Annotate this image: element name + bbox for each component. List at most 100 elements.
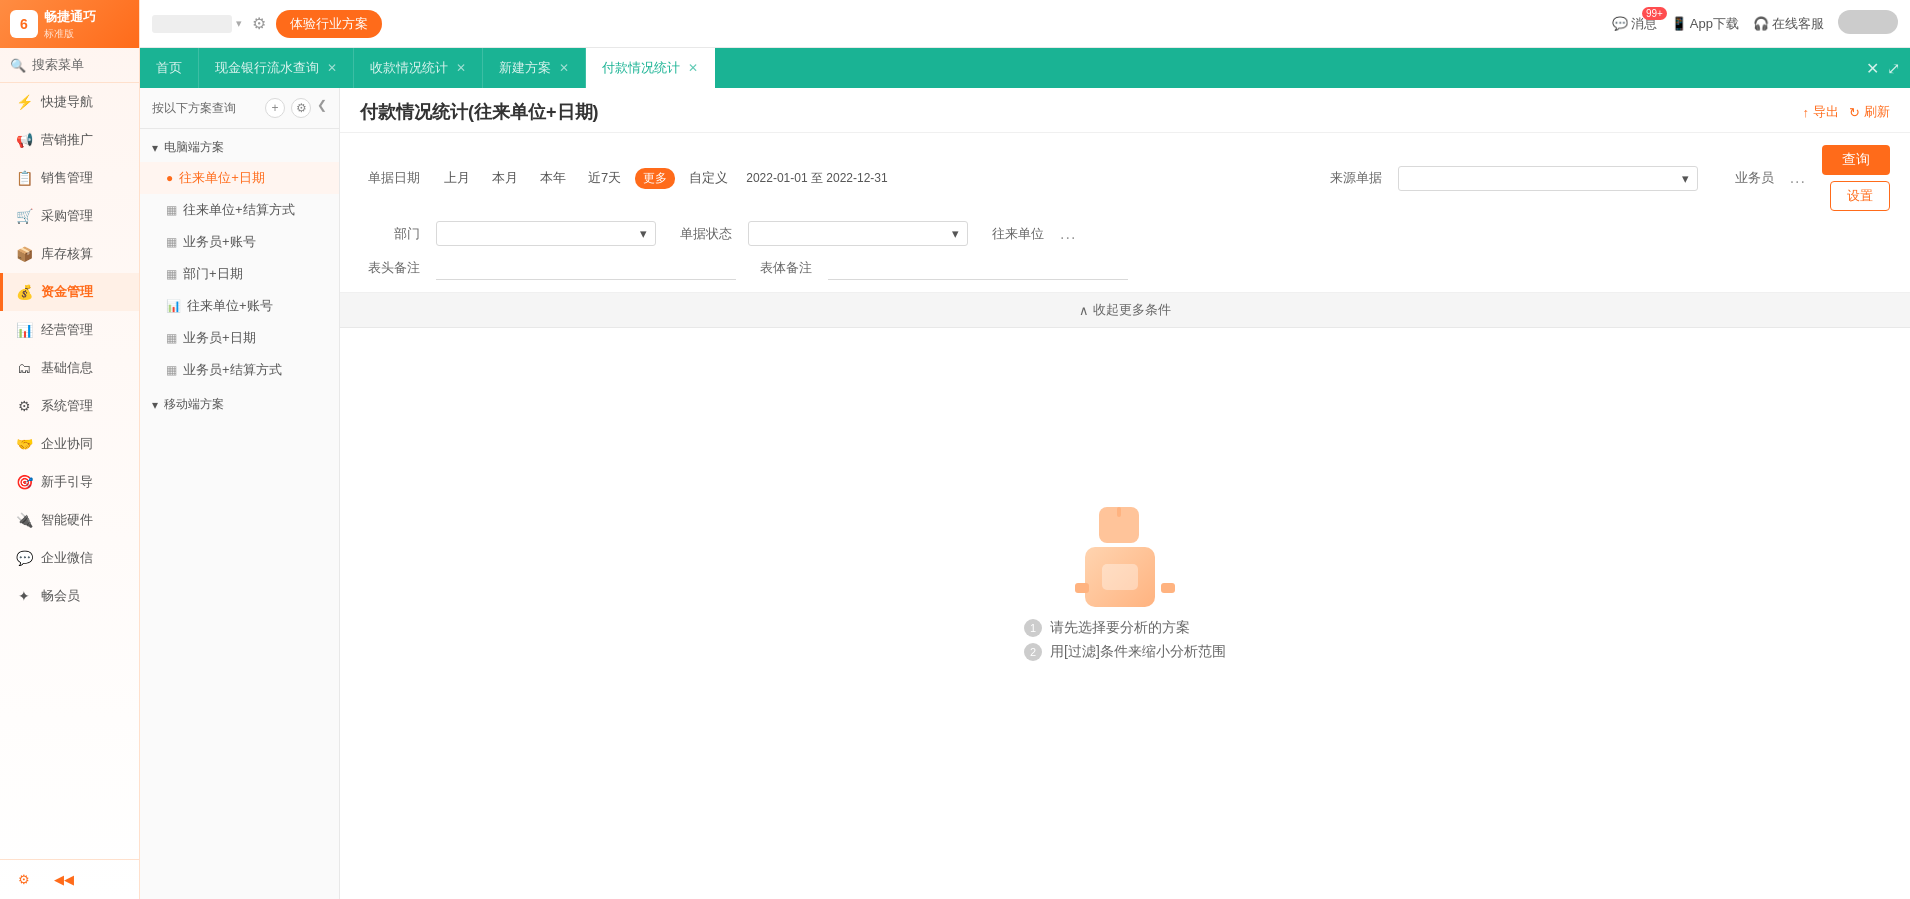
scheme-panel-actions: + ⚙ ❮ [265,98,327,118]
tab-receipt-stats[interactable]: 收款情况统计✕ [354,48,483,88]
scheme-item[interactable]: ▦往来单位+结算方式 [140,194,339,226]
header-note-input[interactable] [436,256,736,280]
tab-home[interactable]: 首页 [140,48,199,88]
scheme-group-arrow-icon: ▾ [152,398,158,412]
empty-state: 1 请先选择要分析的方案 2 用[过滤]条件来缩小分析范围 [340,328,1910,899]
refresh-btn[interactable]: ↻ 刷新 [1849,103,1890,121]
scheme-item-icon: ▦ [166,235,177,249]
page-header-actions: ↑ 导出 ↻ 刷新 [1803,103,1891,121]
body-note-input[interactable] [828,256,1128,280]
body-note-label: 表体备注 [752,259,812,277]
export-btn[interactable]: ↑ 导出 [1803,103,1840,121]
date-last-month-btn[interactable]: 上月 [436,166,478,190]
sidebar-nav: ⚡快捷导航📢营销推广📋销售管理🛒采购管理📦库存核算💰资金管理📊经营管理🗂基础信息… [0,83,139,859]
sidebar-label-inventory: 库存核算 [41,245,93,263]
scheme-item[interactable]: ▦业务员+日期 [140,322,339,354]
industry-btn[interactable]: 体验行业方案 [276,10,382,38]
sidebar-item-cooperation[interactable]: 🤝 企业协同 [0,425,139,463]
tab-close-bank-flow[interactable]: ✕ [327,61,337,75]
sidebar-item-hardware[interactable]: 🔌智能硬件 [0,501,139,539]
user-avatar[interactable] [1838,10,1898,37]
scheme-group-title[interactable]: ▾移动端方案 [140,390,339,419]
tab-new-scheme[interactable]: 新建方案✕ [483,48,586,88]
tab-close-all-btn[interactable]: ✕ [1866,59,1879,78]
sidebar-item-guide[interactable]: 🎯新手引导 [0,463,139,501]
scheme-item-icon: ▦ [166,267,177,281]
sidebar-item-wechat[interactable]: 💬企业微信 [0,539,139,577]
tab-close-new-scheme[interactable]: ✕ [559,61,569,75]
salesperson-more-btn[interactable]: ... [1790,169,1806,187]
scheme-item-label: 往来单位+账号 [187,297,273,315]
sidebar-item-inventory[interactable]: 📦库存核算 [0,235,139,273]
sidebar-icon-cooperation: 🤝 [15,436,33,452]
scheme-panel-title: 按以下方案查询 [152,100,236,117]
sidebar-label-vip: 畅会员 [41,587,80,605]
search-menu-label: 搜索菜单 [32,56,84,74]
sidebar-label-hardware: 智能硬件 [41,511,93,529]
message-btn[interactable]: 💬 消息 99+ [1612,15,1657,33]
page-title: 付款情况统计(往来单位+日期) [360,100,599,124]
settings-btn[interactable]: 设置 [1830,181,1890,211]
tab-bank-flow[interactable]: 现金银行流水查询 ✕ [199,48,354,88]
collapse-bar[interactable]: ∧ 收起更多条件 [340,293,1910,328]
date-7days-btn[interactable]: 近7天 [580,166,629,190]
headset-icon: 🎧 [1753,16,1769,31]
sidebar-item-quick-nav[interactable]: ⚡快捷导航 [0,83,139,121]
scheme-item[interactable]: 📊 往来单位+账号 [140,290,339,322]
doc-status-select[interactable]: ▾ [748,221,968,246]
tab-payment-stats[interactable]: 付款情况统计✕ [586,48,715,88]
online-service-btn[interactable]: 🎧 在线客服 [1753,15,1824,33]
tab-expand-btn[interactable]: ⤢ [1887,59,1900,78]
sidebar-item-system[interactable]: ⚙系统管理 [0,387,139,425]
app-download-btn[interactable]: 📱 App下载 [1671,15,1739,33]
scheme-collapse-icon[interactable]: ❮ [317,98,327,118]
sidebar-label-cooperation: 企业协同 [41,435,93,453]
scheme-item-label: 往来单位+结算方式 [183,201,295,219]
tab-label-bank-flow: 现金银行流水查询 [215,59,319,77]
scheme-item-icon: 📊 [166,299,181,313]
scheme-panel-header: 按以下方案查询 + ⚙ ❮ [140,88,339,129]
search-menu[interactable]: 🔍 搜索菜单 [0,48,139,83]
doc-status-label: 单据状态 [672,225,732,243]
add-scheme-btn[interactable]: + [265,98,285,118]
sidebar-label-basic-info: 基础信息 [41,359,93,377]
sidebar-item-basic-info[interactable]: 🗂基础信息 [0,349,139,387]
scheme-settings-btn[interactable]: ⚙ [291,98,311,118]
scheme-group-title[interactable]: ▾电脑端方案 [140,133,339,162]
sidebar-item-finance[interactable]: 💰资金管理 [0,273,139,311]
sidebar-item-purchase[interactable]: 🛒采购管理 [0,197,139,235]
sidebar-icon-guide: 🎯 [15,474,33,490]
sidebar-item-marketing[interactable]: 📢营销推广 [0,121,139,159]
sidebar-icon-quick-nav: ⚡ [15,94,33,110]
sidebar: 6 畅捷通巧 标准版 🔍 搜索菜单 ⚡快捷导航📢营销推广📋销售管理🛒采购管理📦库… [0,0,140,899]
date-more-btn[interactable]: 更多 [635,168,675,189]
counterpart-more-btn[interactable]: ... [1060,225,1076,243]
sidebar-item-sales[interactable]: 📋销售管理 [0,159,139,197]
date-this-month-btn[interactable]: 本月 [484,166,526,190]
scheme-item[interactable]: ▦业务员+账号 [140,226,339,258]
page-content: 按以下方案查询 + ⚙ ❮ ▾电脑端方案●往来单位+日期▦往来单位+结算方式▦业… [140,88,1910,899]
scheme-item[interactable]: ▦ 部门+日期 [140,258,339,290]
scheme-item-label: 部门+日期 [183,265,243,283]
sidebar-icon-purchase: 🛒 [15,208,33,224]
department-select[interactable]: ▾ [436,221,656,246]
query-btn[interactable]: 查询 [1822,145,1890,175]
sidebar-settings-btn[interactable]: ⚙ [10,868,38,891]
scheme-item[interactable]: ●往来单位+日期 [140,162,339,194]
tip-num-2: 2 [1024,643,1042,661]
date-this-year-btn[interactable]: 本年 [532,166,574,190]
sidebar-icon-sales: 📋 [15,170,33,186]
sidebar-item-vip[interactable]: ✦畅会员 [0,577,139,615]
source-select[interactable]: ▾ [1398,166,1698,191]
scheme-item-label: 业务员+日期 [183,329,256,347]
empty-tip-1: 1 请先选择要分析的方案 [1024,619,1226,637]
sidebar-collapse-btn[interactable]: ◀◀ [46,868,82,891]
tab-close-receipt-stats[interactable]: ✕ [456,61,466,75]
scheme-item[interactable]: ▦业务员+结算方式 [140,354,339,386]
mobile-icon: 📱 [1671,16,1687,31]
sidebar-item-operation[interactable]: 📊经营管理 [0,311,139,349]
date-custom-btn[interactable]: 自定义 [681,166,736,190]
tip-2-text: 用[过滤]条件来缩小分析范围 [1050,643,1226,661]
tab-close-payment-stats[interactable]: ✕ [688,61,698,75]
topbar-settings-icon[interactable]: ⚙ [252,14,266,33]
